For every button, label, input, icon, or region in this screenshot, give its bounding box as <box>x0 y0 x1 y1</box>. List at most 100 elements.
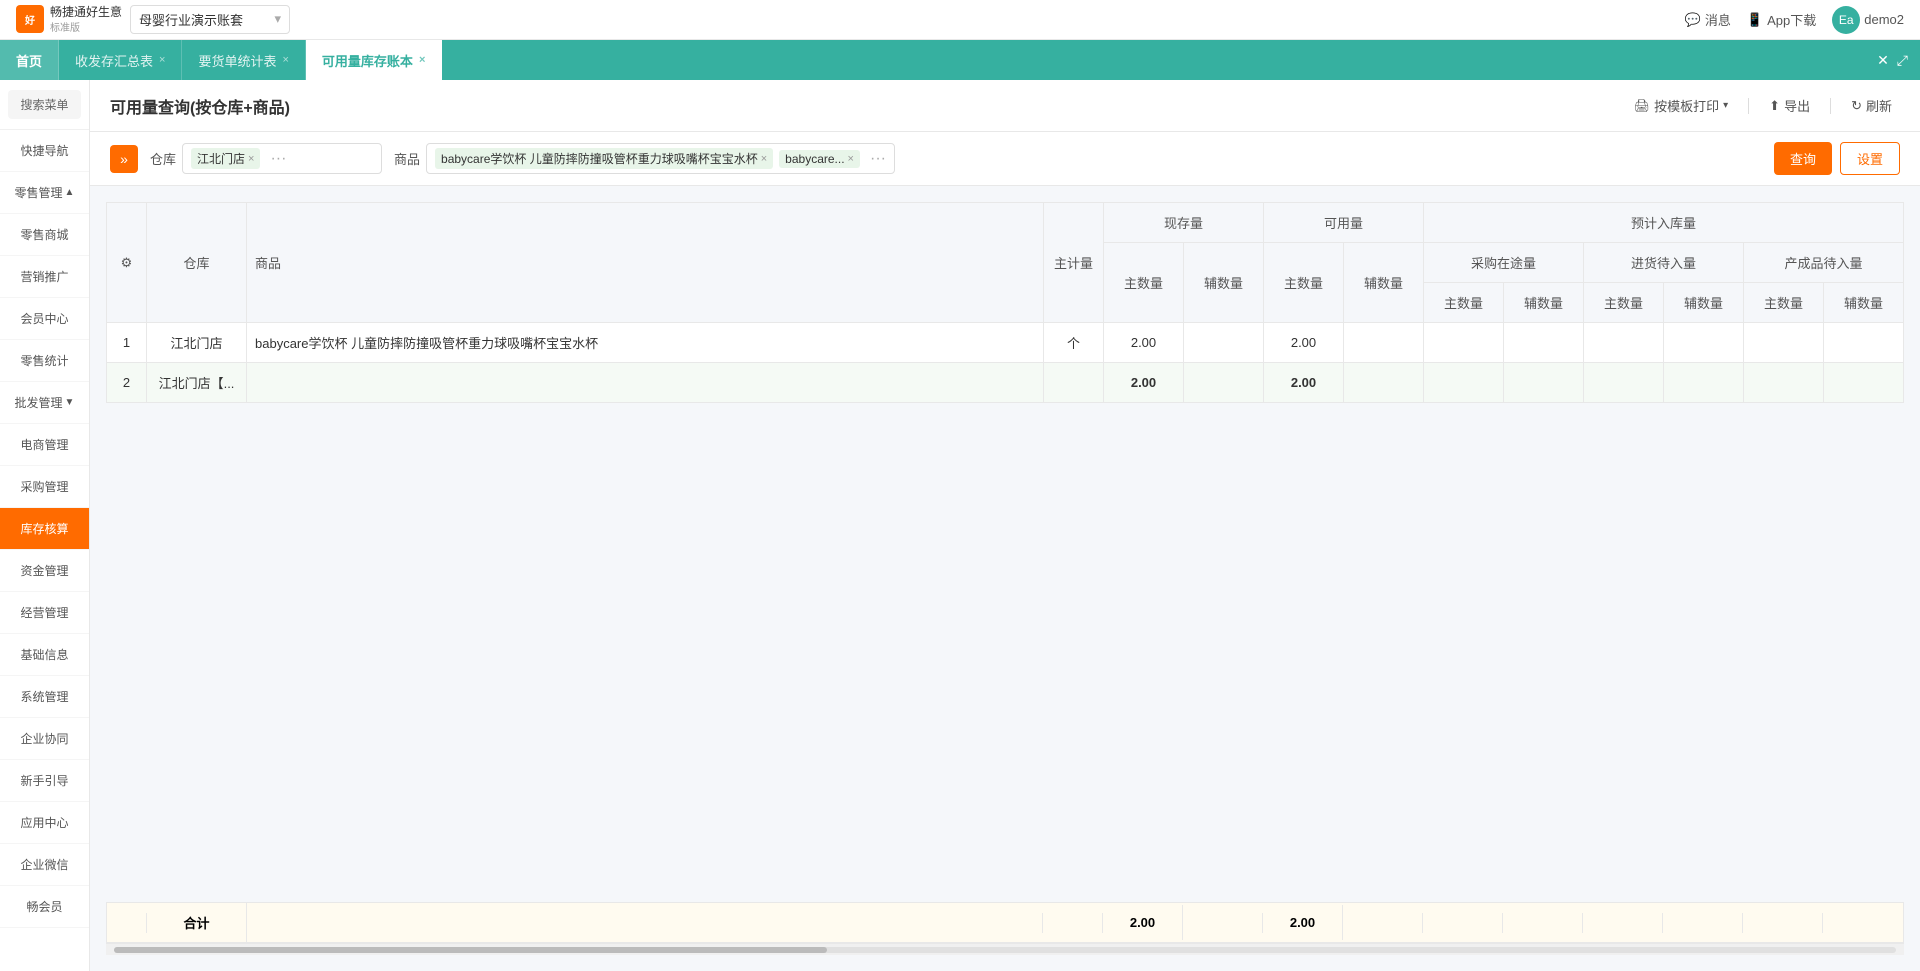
sidebar-item-retail-stats[interactable]: 零售统计 <box>0 340 89 382</box>
sidebar-item-app-center[interactable]: 应用中心 <box>0 802 89 844</box>
warehouse-tag: 江北门店 × <box>191 148 260 169</box>
footer-production-main <box>1743 913 1823 933</box>
tab-receipt-summary-close[interactable]: × <box>159 54 165 66</box>
sidebar: 搜索菜单 快捷导航 零售管理 ▲ 零售商城 营销推广 会员中心 零售统计 批发管… <box>0 80 90 971</box>
row2-production-main <box>1744 363 1824 403</box>
sidebar-item-member[interactable]: 会员中心 <box>0 298 89 340</box>
industry-select[interactable]: 母婴行业演示账套 ▾ <box>130 5 290 34</box>
page-header: 可用量查询(按仓库+商品) 🖨 按模板打印 ▾ ⬆ 导出 ↻ 刷新 <box>90 80 1920 132</box>
row2-product <box>247 363 1044 403</box>
row2-current-aux <box>1184 363 1264 403</box>
sidebar-item-new-guide[interactable]: 新手引导 <box>0 760 89 802</box>
sidebar-retail-mgmt-label: 零售管理 <box>15 184 63 201</box>
filter-toggle-button[interactable]: » <box>110 145 138 173</box>
row1-production-main <box>1744 323 1824 363</box>
app-download-button[interactable]: 📱 App下载 <box>1747 10 1816 29</box>
sidebar-item-base-info[interactable]: 基础信息 <box>0 634 89 676</box>
sidebar-item-ecommerce[interactable]: 电商管理 <box>0 424 89 466</box>
col-current-aux-header: 辅数量 <box>1184 243 1264 323</box>
sidebar-enterprise-wechat-label: 企业微信 <box>20 858 68 872</box>
footer-incoming-aux <box>1663 913 1743 933</box>
warehouse-tag-remove[interactable]: × <box>248 153 254 165</box>
sidebar-item-enterprise[interactable]: 企业协同 <box>0 718 89 760</box>
tab-receipt-summary[interactable]: 收发存汇总表 × <box>59 40 182 80</box>
tab-home[interactable]: 首页 <box>0 40 59 80</box>
refresh-button[interactable]: ↻ 刷新 <box>1843 92 1900 119</box>
sidebar-item-system[interactable]: 系统管理 <box>0 676 89 718</box>
product-more-icon[interactable]: ··· <box>870 150 886 168</box>
print-icon: 🖨 <box>1634 98 1651 114</box>
col-production-aux-header: 辅数量 <box>1824 283 1904 323</box>
sidebar-item-retail-mgmt[interactable]: 零售管理 ▲ <box>0 172 89 214</box>
tab-fullscreen[interactable]: ⤢ <box>1897 52 1908 69</box>
tab-close-all[interactable]: ✕ <box>1877 52 1889 69</box>
col-unit-header: 主计量 <box>1044 203 1104 323</box>
col-production-header: 产成品待入量 <box>1744 243 1904 283</box>
content-area: 可用量查询(按仓库+商品) 🖨 按模板打印 ▾ ⬆ 导出 ↻ 刷新 <box>90 80 1920 971</box>
col-purchase-transit-header: 采购在途量 <box>1424 243 1584 283</box>
tab-order-stats-close[interactable]: × <box>282 54 288 66</box>
download-icon: 📱 <box>1747 12 1763 28</box>
col-available-header: 可用量 <box>1264 203 1424 243</box>
industry-label: 母婴行业演示账套 <box>139 10 243 29</box>
product-input[interactable]: babycare学饮杯 儿童防摔防撞吸管杯重力球吸嘴杯宝宝水杯 × babyca… <box>426 143 895 174</box>
col-planned-in-header: 预计入库量 <box>1424 203 1904 243</box>
col-avail-main-header: 主数量 <box>1264 243 1344 323</box>
sidebar-item-marketing[interactable]: 营销推广 <box>0 256 89 298</box>
scrollbar-thumb[interactable] <box>114 947 827 953</box>
sidebar-item-inventory[interactable]: 库存核算 <box>0 508 89 550</box>
sidebar-item-member2[interactable]: 畅会员 <box>0 886 89 928</box>
user-profile[interactable]: Ea demo2 <box>1832 6 1904 34</box>
sidebar-search-area: 搜索菜单 <box>0 80 89 130</box>
top-bar-left: 好 畅捷通好生意 标准版 母婴行业演示账套 ▾ <box>16 5 290 34</box>
settings-button[interactable]: 设置 <box>1840 142 1900 175</box>
footer-avail-main: 2.00 <box>1263 905 1343 940</box>
chevron-down-icon2: ▼ <box>65 397 75 408</box>
sidebar-item-quick-nav[interactable]: 快捷导航 <box>0 130 89 172</box>
row2-no: 2 <box>107 363 147 403</box>
warehouse-input[interactable]: 江北门店 × ··· <box>182 143 382 174</box>
sidebar-item-enterprise-wechat[interactable]: 企业微信 <box>0 844 89 886</box>
sidebar-search-button[interactable]: 搜索菜单 <box>8 90 81 119</box>
download-label: App下载 <box>1767 10 1816 29</box>
sidebar-inventory-label: 库存核算 <box>20 522 68 536</box>
product-tag1-remove[interactable]: × <box>761 153 767 165</box>
tab-available-stock[interactable]: 可用量库存账本 × <box>306 40 442 80</box>
col-purchase-main-header: 主数量 <box>1424 283 1504 323</box>
col-settings-icon[interactable]: ⚙ <box>107 203 147 323</box>
tab-available-stock-close[interactable]: × <box>419 54 425 66</box>
row2-avail-main: 2.00 <box>1264 363 1344 403</box>
sidebar-member-label: 会员中心 <box>20 312 68 326</box>
print-button[interactable]: 🖨 按模板打印 ▾ <box>1626 92 1737 119</box>
sidebar-item-operations[interactable]: 经营管理 <box>0 592 89 634</box>
query-button[interactable]: 查询 <box>1774 142 1832 175</box>
sidebar-marketing-label: 营销推广 <box>20 270 68 284</box>
warehouse-more-icon[interactable]: ··· <box>270 150 286 168</box>
sidebar-item-purchase[interactable]: 采购管理 <box>0 466 89 508</box>
main-layout: 搜索菜单 快捷导航 零售管理 ▲ 零售商城 营销推广 会员中心 零售统计 批发管… <box>0 80 1920 971</box>
warehouse-tag-value: 江北门店 <box>197 150 245 167</box>
warehouse-label: 仓库 <box>150 149 176 168</box>
top-bar: 好 畅捷通好生意 标准版 母婴行业演示账套 ▾ 💬 消息 📱 App下载 Ea … <box>0 0 1920 40</box>
data-table: ⚙ 仓库 商品 主计量 现存量 可用量 预计入库量 主数量 辅数量 主数量 辅数… <box>106 202 1904 403</box>
export-button[interactable]: ⬆ 导出 <box>1761 92 1818 119</box>
row2-incoming-main <box>1584 363 1664 403</box>
table-wrapper: ⚙ 仓库 商品 主计量 现存量 可用量 预计入库量 主数量 辅数量 主数量 辅数… <box>90 186 1920 971</box>
sidebar-item-finance[interactable]: 资金管理 <box>0 550 89 592</box>
sidebar-item-wholesale[interactable]: 批发管理 ▼ <box>0 382 89 424</box>
chevron-down-icon: ▾ <box>274 11 281 27</box>
export-icon: ⬆ <box>1769 98 1780 114</box>
row1-incoming-aux <box>1664 323 1744 363</box>
product-tag2-remove[interactable]: × <box>848 153 854 165</box>
sidebar-system-label: 系统管理 <box>20 690 68 704</box>
sidebar-base-info-label: 基础信息 <box>20 648 68 662</box>
row2-avail-aux <box>1344 363 1424 403</box>
product-tag1-value: babycare学饮杯 儿童防摔防撞吸管杯重力球吸嘴杯宝宝水杯 <box>441 150 758 167</box>
col-current-stock-header: 现存量 <box>1104 203 1264 243</box>
message-button[interactable]: 💬 消息 <box>1685 10 1731 29</box>
tab-order-stats[interactable]: 要货单统计表 × <box>182 40 305 80</box>
horizontal-scrollbar[interactable] <box>106 943 1904 955</box>
avatar-text: Ea <box>1839 13 1854 27</box>
sidebar-item-retail-shop[interactable]: 零售商城 <box>0 214 89 256</box>
sidebar-quick-nav-label: 快捷导航 <box>20 144 68 158</box>
